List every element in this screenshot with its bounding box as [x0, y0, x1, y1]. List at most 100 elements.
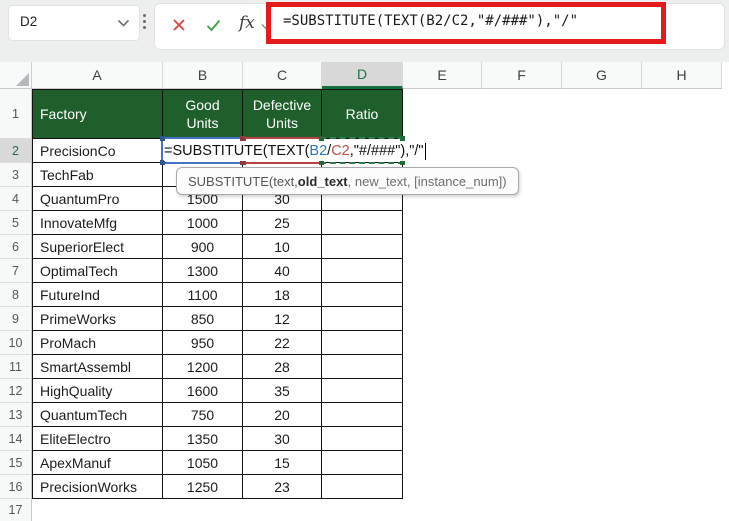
enter-check-icon[interactable] — [205, 17, 222, 33]
cell-a1-factory[interactable]: Factory — [32, 89, 163, 139]
cell-ratio[interactable] — [322, 211, 403, 235]
column-header-e[interactable]: E — [403, 62, 482, 89]
cell-factory[interactable]: EliteElectro — [32, 427, 163, 451]
cell-factory[interactable]: HighQuality — [32, 379, 163, 403]
insert-function-icon[interactable]: fx — [239, 13, 255, 33]
cell-ratio[interactable] — [322, 259, 403, 283]
cell-ratio[interactable] — [322, 355, 403, 379]
select-all-triangle-icon — [16, 73, 29, 86]
cell-b1-good-units[interactable]: Good Units — [163, 89, 243, 139]
table-row: 5 InnovateMfg 1000 25 — [0, 211, 729, 235]
cell-c1-defective-units[interactable]: Defective Units — [243, 89, 322, 139]
cell-defective-units[interactable]: 35 — [243, 379, 322, 403]
cell-defective-units[interactable]: 20 — [243, 403, 322, 427]
column-header-h[interactable]: H — [642, 62, 722, 89]
row-header[interactable]: 9 — [0, 307, 32, 331]
cell-good-units[interactable]: 950 — [163, 331, 243, 355]
cell-defective-units[interactable]: 25 — [243, 211, 322, 235]
cell-ratio[interactable] — [322, 451, 403, 475]
cell-ratio[interactable] — [322, 403, 403, 427]
table-row: 9 PrimeWorks 850 12 — [0, 307, 729, 331]
cell-good-units[interactable]: 1200 — [163, 355, 243, 379]
cell-good-units[interactable]: 850 — [163, 307, 243, 331]
cell-ratio[interactable] — [322, 235, 403, 259]
cell-factory[interactable]: PrimeWorks — [32, 307, 163, 331]
formula-bar-input[interactable]: =SUBSTITUTE(TEXT(B2/C2,"#/###"),"/" — [283, 13, 578, 29]
column-header-d-selected[interactable]: D — [322, 62, 403, 89]
cell-good-units[interactable]: 900 — [163, 235, 243, 259]
name-box-value: D2 — [20, 14, 38, 29]
cell-defective-units[interactable]: 30 — [243, 427, 322, 451]
cell-ratio[interactable] — [322, 379, 403, 403]
cell-good-units[interactable]: 1100 — [163, 283, 243, 307]
row-header[interactable]: 10 — [0, 331, 32, 355]
cell-ratio[interactable] — [322, 283, 403, 307]
cell-defective-units[interactable]: 18 — [243, 283, 322, 307]
cell-factory[interactable]: PrecisionCo — [32, 139, 163, 163]
cell-factory[interactable]: TechFab — [32, 163, 163, 187]
cell-factory[interactable]: InnovateMfg — [32, 211, 163, 235]
name-box[interactable]: D2 — [8, 5, 140, 41]
cell-good-units[interactable]: 1250 — [163, 475, 243, 499]
column-header-a[interactable]: A — [32, 62, 163, 89]
cell-ratio[interactable] — [322, 475, 403, 499]
cell-ratio[interactable] — [322, 427, 403, 451]
in-cell-formula-editor[interactable]: =SUBSTITUTE(TEXT(B2/C2 ,"#/###") ,"/" — [164, 141, 437, 161]
more-options-icon[interactable] — [143, 14, 146, 29]
cell-factory[interactable]: QuantumPro — [32, 187, 163, 211]
cell-factory[interactable]: ApexManuf — [32, 451, 163, 475]
cell-good-units[interactable]: 1600 — [163, 379, 243, 403]
cell-good-units[interactable]: 1350 — [163, 427, 243, 451]
cancel-icon[interactable] — [171, 17, 187, 33]
table-row: 14 EliteElectro 1350 30 — [0, 427, 729, 451]
column-header-f[interactable]: F — [482, 62, 562, 89]
cell-good-units[interactable]: 750 — [163, 403, 243, 427]
row-header[interactable]: 17 — [0, 499, 32, 521]
cell-factory[interactable]: SmartAssembl — [32, 355, 163, 379]
chevron-down-icon[interactable] — [117, 19, 130, 28]
cell-defective-units[interactable]: 15 — [243, 451, 322, 475]
row-header[interactable]: 14 — [0, 427, 32, 451]
cell-ratio[interactable] — [322, 307, 403, 331]
cell-defective-units[interactable]: 22 — [243, 331, 322, 355]
cell-factory[interactable]: FutureInd — [32, 283, 163, 307]
column-header-b[interactable]: B — [163, 62, 243, 89]
cell-factory[interactable]: QuantumTech — [32, 403, 163, 427]
row-header[interactable]: 16 — [0, 475, 32, 499]
cell-ratio[interactable] — [322, 331, 403, 355]
cell-factory[interactable]: SuperiorElect — [32, 235, 163, 259]
row-header[interactable]: 6 — [0, 235, 32, 259]
column-header-c[interactable]: C — [243, 62, 322, 89]
row-header[interactable]: 13 — [0, 403, 32, 427]
table-row: 8 FutureInd 1100 18 — [0, 283, 729, 307]
table-row: 10 ProMach 950 22 — [0, 331, 729, 355]
row-header[interactable]: 7 — [0, 259, 32, 283]
cell-good-units[interactable]: 1050 — [163, 451, 243, 475]
cell-factory[interactable]: ProMach — [32, 331, 163, 355]
row-header[interactable]: 5 — [0, 211, 32, 235]
cell-defective-units[interactable]: 28 — [243, 355, 322, 379]
cell-d1-ratio[interactable]: Ratio — [322, 89, 403, 139]
cell-good-units[interactable]: 1300 — [163, 259, 243, 283]
column-header-g[interactable]: G — [562, 62, 642, 89]
select-all-button[interactable] — [0, 62, 32, 89]
cell-defective-units[interactable]: 12 — [243, 307, 322, 331]
row-header[interactable]: 3 — [0, 163, 32, 187]
row-header[interactable]: 4 — [0, 187, 32, 211]
cell-defective-units[interactable]: 40 — [243, 259, 322, 283]
row-header[interactable]: 15 — [0, 451, 32, 475]
row-header[interactable]: 8 — [0, 283, 32, 307]
cell-good-units[interactable]: 1000 — [163, 211, 243, 235]
cell-factory[interactable]: OptimalTech — [32, 259, 163, 283]
cell-defective-units[interactable]: 23 — [243, 475, 322, 499]
cell-defective-units[interactable]: 10 — [243, 235, 322, 259]
row-header[interactable]: 11 — [0, 355, 32, 379]
annotation-highlight-box: =SUBSTITUTE(TEXT(B2/C2,"#/###"),"/" — [266, 2, 666, 44]
row-header[interactable]: 12 — [0, 379, 32, 403]
row-header[interactable]: 1 — [0, 89, 32, 139]
formula-ref-b2: B2 — [309, 143, 328, 159]
column-headers: A B C D E F G H — [0, 62, 722, 89]
cell-factory[interactable]: PrecisionWorks — [32, 475, 163, 499]
table-row: 7 OptimalTech 1300 40 — [0, 259, 729, 283]
row-header[interactable]: 2 — [0, 139, 32, 163]
